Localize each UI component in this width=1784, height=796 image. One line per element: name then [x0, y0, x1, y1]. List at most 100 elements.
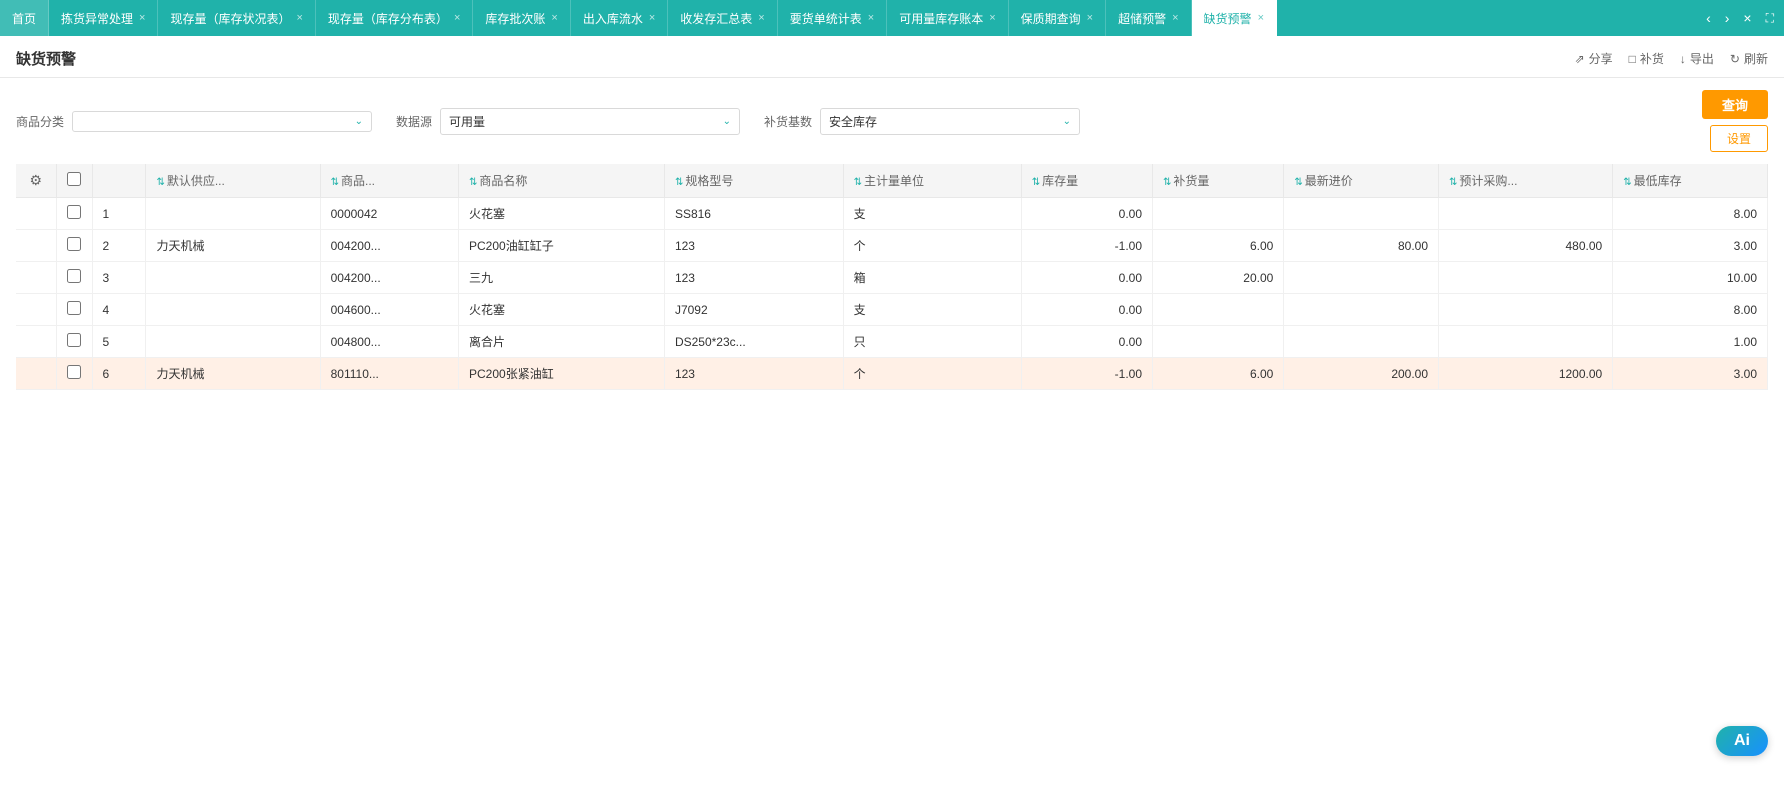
row-est-purchase-cell: 480.00	[1439, 230, 1613, 262]
restock-base-select[interactable]: 安全库存 ⌄	[820, 108, 1080, 135]
row-restock-qty-cell	[1153, 294, 1284, 326]
table-row: 6 力天机械 801110... PC200张紧油缸 123 个 -1.00 6…	[16, 358, 1768, 390]
row-checkbox-2[interactable]	[67, 269, 81, 283]
close-tab-inout-flow[interactable]: ×	[649, 12, 655, 24]
row-index-cell: 4	[92, 294, 146, 326]
close-tab-shortage[interactable]: ×	[1258, 12, 1264, 24]
table-row: 1 0000042 火花塞 SS816 支 0.00 8.00	[16, 198, 1768, 230]
tab-batch-account[interactable]: 库存批次账 ×	[473, 0, 570, 36]
table-row: 2 力天机械 004200... PC200油缸缸子 123 个 -1.00 6…	[16, 230, 1768, 262]
col-supplier[interactable]: ⇅默认供应...	[146, 164, 320, 198]
col-stock[interactable]: ⇅库存量	[1021, 164, 1152, 198]
datasource-select[interactable]: 可用量 ⌄	[440, 108, 740, 135]
row-stock-cell: 0.00	[1021, 262, 1152, 294]
close-tab-inventory-dist[interactable]: ×	[454, 12, 460, 24]
tab-close-all-button[interactable]: ×	[1737, 9, 1757, 27]
close-tab-available-ledger[interactable]: ×	[989, 12, 995, 24]
share-button[interactable]: ⇗ 分享	[1575, 50, 1613, 67]
table-row: 5 004800... 离合片 DS250*23c... 只 0.00 1.00	[16, 326, 1768, 358]
close-tab-collect-summary[interactable]: ×	[758, 12, 764, 24]
tab-overstock[interactable]: 超储预警 ×	[1106, 0, 1191, 36]
page-container: 缺货预警 ⇗ 分享 □ 补货 ↓ 导出 ↻ 刷新 商品分类	[0, 36, 1784, 796]
restock-button[interactable]: □ 补货	[1629, 50, 1664, 67]
row-est-purchase-cell	[1439, 294, 1613, 326]
row-index-cell: 1	[92, 198, 146, 230]
col-product-name[interactable]: ⇅商品名称	[459, 164, 665, 198]
tab-available-ledger[interactable]: 可用量库存账本 ×	[887, 0, 1008, 36]
row-restock-qty-cell: 20.00	[1153, 262, 1284, 294]
tab-collect-summary[interactable]: 收发存汇总表 ×	[668, 0, 777, 36]
row-checkbox-5[interactable]	[67, 365, 81, 379]
col-product-code[interactable]: ⇅商品...	[320, 164, 458, 198]
col-checkbox	[56, 164, 92, 198]
row-settings-cell	[16, 326, 56, 358]
tab-prev-button[interactable]: ‹	[1700, 9, 1717, 27]
tab-inout-flow[interactable]: 出入库流水 ×	[571, 0, 668, 36]
header-actions: ⇗ 分享 □ 补货 ↓ 导出 ↻ 刷新	[1575, 50, 1768, 67]
close-tab-overstock[interactable]: ×	[1172, 12, 1178, 24]
col-unit[interactable]: ⇅主计量单位	[843, 164, 1021, 198]
col-est-purchase[interactable]: ⇅预计采购...	[1439, 164, 1613, 198]
row-product-name-cell: 火花塞	[459, 294, 665, 326]
tab-fullscreen-button[interactable]: ⛶	[1760, 10, 1780, 26]
row-checkbox-1[interactable]	[67, 237, 81, 251]
row-index-cell: 2	[92, 230, 146, 262]
col-latest-price[interactable]: ⇅最新进价	[1284, 164, 1439, 198]
col-spec[interactable]: ⇅规格型号	[664, 164, 843, 198]
row-latest-price-cell	[1284, 326, 1439, 358]
restock-icon: □	[1629, 52, 1636, 66]
col-min-stock[interactable]: ⇅最低库存	[1613, 164, 1768, 198]
datasource-label: 数据源	[396, 113, 432, 130]
ai-badge[interactable]: Ai	[1716, 726, 1768, 756]
row-supplier-cell: 力天机械	[146, 358, 320, 390]
row-checkbox-cell	[56, 230, 92, 262]
category-filter-group: 商品分类 ⌄	[16, 111, 372, 132]
row-unit-cell: 支	[843, 198, 1021, 230]
row-checkbox-4[interactable]	[67, 333, 81, 347]
row-supplier-cell	[146, 326, 320, 358]
close-tab-batch-account[interactable]: ×	[551, 12, 557, 24]
col-index	[92, 164, 146, 198]
refresh-icon: ↻	[1730, 52, 1740, 66]
table-header-row: ⚙ ⇅默认供应... ⇅商品... ⇅商品名称 ⇅规格型号 ⇅主计量单位 ⇅库存…	[16, 164, 1768, 198]
row-stock-cell: 0.00	[1021, 326, 1152, 358]
query-button[interactable]: 查询	[1702, 90, 1768, 119]
tab-abnormal[interactable]: 拣货异常处理 ×	[49, 0, 158, 36]
settings-icon[interactable]: ⚙	[29, 172, 42, 188]
restock-base-filter-group: 补货基数 安全库存 ⌄	[764, 108, 1080, 135]
close-tab-order-stats[interactable]: ×	[868, 12, 874, 24]
close-tab-inventory-status[interactable]: ×	[296, 12, 302, 24]
tab-home[interactable]: 首页	[0, 0, 49, 36]
row-unit-cell: 支	[843, 294, 1021, 326]
category-select[interactable]: ⌄	[72, 111, 372, 132]
row-product-code-cell: 004600...	[320, 294, 458, 326]
col-restock-qty[interactable]: ⇅补货量	[1153, 164, 1284, 198]
export-button[interactable]: ↓ 导出	[1680, 50, 1714, 67]
row-settings-cell	[16, 294, 56, 326]
close-tab-abnormal[interactable]: ×	[139, 12, 145, 24]
select-all-checkbox[interactable]	[67, 172, 81, 186]
tab-order-stats[interactable]: 要货单统计表 ×	[778, 0, 887, 36]
row-latest-price-cell: 200.00	[1284, 358, 1439, 390]
row-checkbox-0[interactable]	[67, 205, 81, 219]
settings-button[interactable]: 设置	[1710, 125, 1768, 152]
col-settings[interactable]: ⚙	[16, 164, 56, 198]
row-index-cell: 3	[92, 262, 146, 294]
close-tab-expiry[interactable]: ×	[1087, 12, 1093, 24]
row-restock-qty-cell: 6.00	[1153, 230, 1284, 262]
tab-next-button[interactable]: ›	[1719, 9, 1736, 27]
refresh-button[interactable]: ↻ 刷新	[1730, 50, 1768, 67]
tab-inventory-status[interactable]: 现存量（库存状况表） ×	[158, 0, 315, 36]
restock-base-chevron-icon: ⌄	[1063, 116, 1071, 127]
row-checkbox-cell	[56, 358, 92, 390]
row-latest-price-cell	[1284, 198, 1439, 230]
row-checkbox-3[interactable]	[67, 301, 81, 315]
row-stock-cell: -1.00	[1021, 358, 1152, 390]
tab-shortage[interactable]: 缺货预警 ×	[1192, 0, 1277, 36]
row-product-name-cell: PC200张紧油缸	[459, 358, 665, 390]
row-stock-cell: 0.00	[1021, 294, 1152, 326]
tab-inventory-dist[interactable]: 现存量（库存分布表） ×	[316, 0, 473, 36]
tab-expiry[interactable]: 保质期查询 ×	[1009, 0, 1106, 36]
row-min-stock-cell: 3.00	[1613, 230, 1768, 262]
row-est-purchase-cell	[1439, 198, 1613, 230]
